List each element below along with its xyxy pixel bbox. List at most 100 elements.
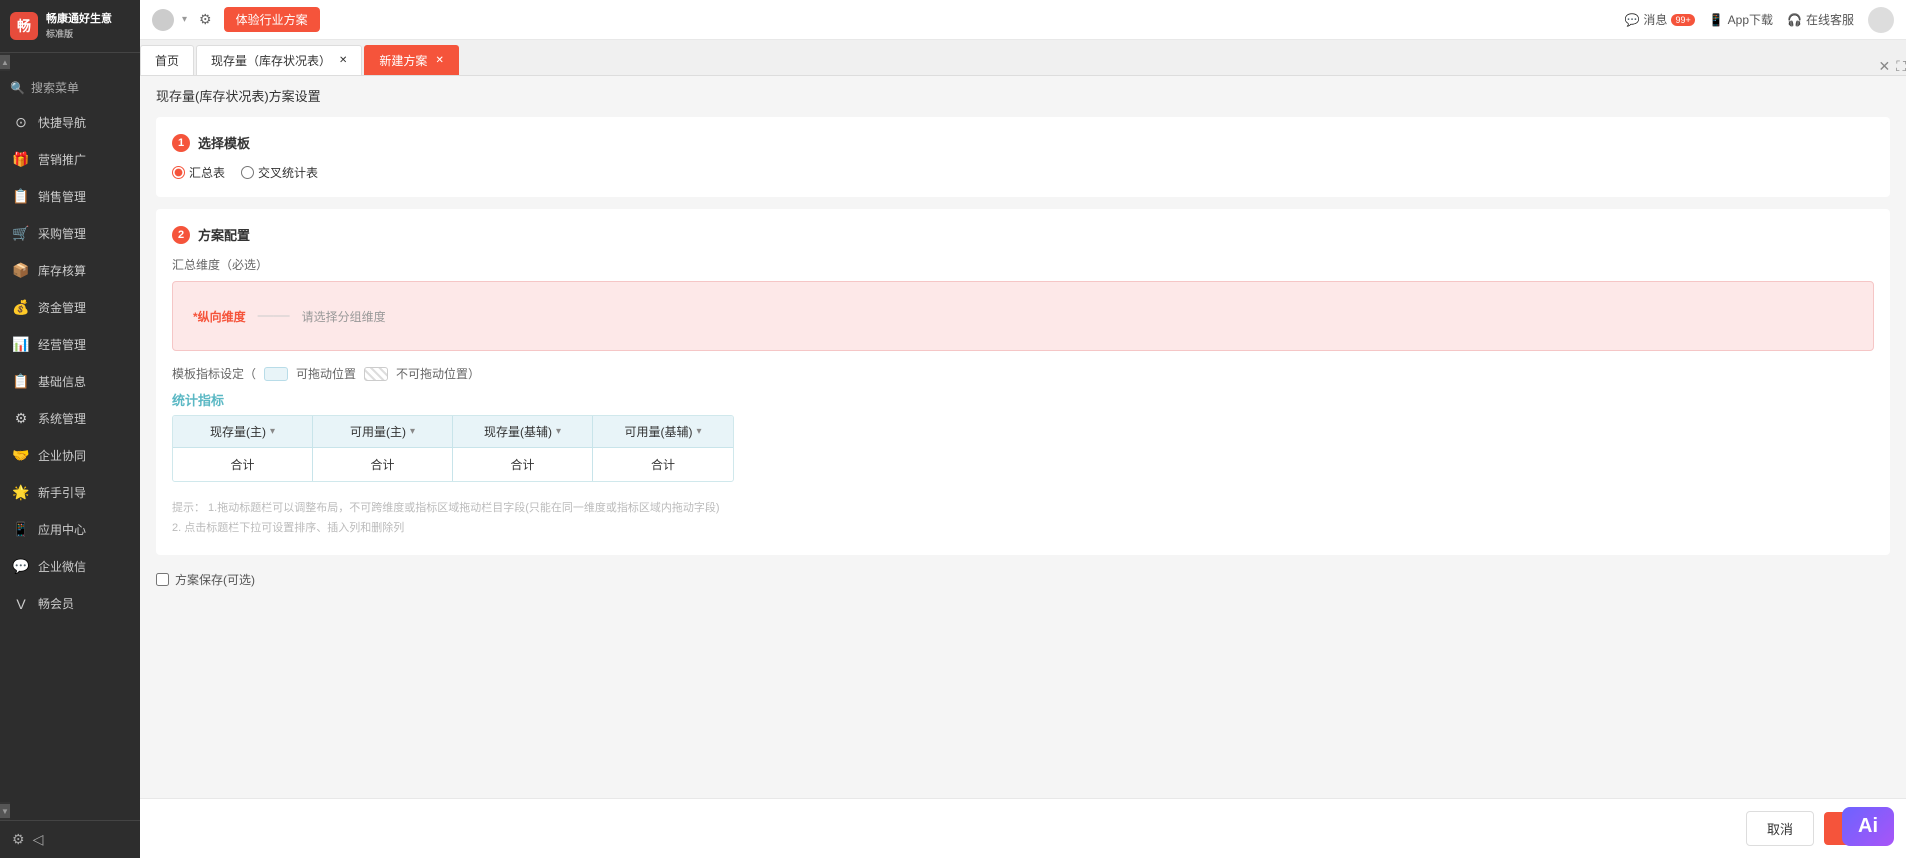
tab-inventory-status-close[interactable]: ✕ [339, 55, 347, 66]
template-select: 汇总表 交叉统计表 [172, 164, 1874, 181]
tips-section: 提示： 1.拖动标题栏可以调整布局，不可跨维度或指标区域拖动栏目字段(只能在同一… [172, 499, 1874, 539]
metrics-table-header-row: 现存量(主) ▾ 合计 可用量(主) ▾ 合计 [173, 416, 733, 481]
col-3-chevron[interactable]: ▾ [696, 426, 701, 437]
inventory-icon: 📦 [12, 262, 30, 279]
system-icon: ⚙ [12, 410, 30, 427]
col-1-chevron[interactable]: ▾ [410, 426, 415, 437]
radio-summary[interactable]: 汇总表 [172, 164, 225, 181]
sidebar: 畅 畅康通好生意 标准版 ▲ 🔍 搜索菜单 ⊙ 快捷导航 🎁 营销推广 📋 销售… [0, 0, 140, 858]
metrics-col-header-3[interactable]: 可用量(基辅) ▾ [593, 416, 733, 448]
metrics-col-body-3: 合计 [593, 448, 733, 481]
scroll-down-btn[interactable]: ▼ [0, 804, 10, 818]
sidebar-footer: ⚙ ◁ [0, 820, 140, 858]
col-2-chevron[interactable]: ▾ [556, 426, 561, 437]
wechat-icon: 💬 [12, 558, 30, 575]
app-download-action[interactable]: 📱 App下载 [1709, 11, 1773, 28]
cancel-button[interactable]: 取消 [1746, 811, 1814, 846]
user-avatar [152, 9, 174, 31]
sidebar-item-wechat[interactable]: 💬 企业微信 [0, 548, 140, 585]
sidebar-item-guide[interactable]: 🌟 新手引导 [0, 474, 140, 511]
section1-num: 1 [172, 134, 190, 152]
window-controls: ✕ ⛶ [1868, 58, 1906, 75]
messages-action[interactable]: 💬 消息 99+ [1624, 11, 1694, 28]
sidebar-search[interactable]: 🔍 搜索菜单 [0, 71, 140, 104]
metrics-col-body-0: 合计 [173, 448, 312, 481]
tab-bar: 首页 现存量（库存状况表） ✕ 新建方案 ✕ ✕ ⛶ [140, 40, 1906, 76]
metrics-col-header-1[interactable]: 可用量(主) ▾ [313, 416, 452, 448]
online-service-icon: 🎧 [1787, 13, 1802, 27]
window-expand-btn[interactable]: ⛶ [1896, 58, 1906, 75]
sidebar-item-inventory[interactable]: 📦 库存核算 [0, 252, 140, 289]
marketing-icon: 🎁 [12, 151, 30, 168]
radio-cross-input[interactable] [241, 166, 254, 179]
window-close-btn[interactable]: ✕ [1878, 58, 1890, 75]
member-icon: V [12, 596, 30, 612]
col-0-chevron[interactable]: ▾ [270, 426, 275, 437]
header-dropdown-icon[interactable]: ▾ [182, 14, 187, 25]
quick-nav-icon: ⊙ [12, 114, 30, 131]
try-btn[interactable]: 体验行业方案 [224, 7, 320, 32]
section2-num: 2 [172, 226, 190, 244]
finance-icon: 💰 [12, 299, 30, 316]
sidebar-item-quick-nav[interactable]: ⊙ 快捷导航 [0, 104, 140, 141]
tab-inventory-status[interactable]: 现存量（库存状况表） ✕ [196, 45, 362, 75]
section2-panel: 2 方案配置 汇总维度（必选） *纵向维度 —— 请选择分组维度 模板指标设定（… [156, 209, 1890, 555]
footer-volume-icon[interactable]: ◁ [33, 831, 44, 848]
save-checkbox[interactable] [156, 573, 169, 586]
section2-label: 方案配置 [198, 225, 250, 244]
app-name: 畅康通好生意 [46, 12, 112, 26]
dim-label: 汇总维度（必选） [172, 256, 1874, 273]
app-download-icon: 📱 [1709, 13, 1724, 27]
sidebar-item-app-center[interactable]: 📱 应用中心 [0, 511, 140, 548]
sidebar-scroll-down[interactable]: ▼ [0, 802, 10, 820]
footer-settings-icon[interactable]: ⚙ [12, 831, 25, 848]
no-drag-indicator [364, 367, 388, 381]
tab-home[interactable]: 首页 [140, 45, 194, 75]
user-info: ​ ▾ [152, 9, 187, 31]
sidebar-item-base-info[interactable]: 📋 基础信息 [0, 363, 140, 400]
operations-icon: 📊 [12, 336, 30, 353]
metrics-col-body-2: 合计 [453, 448, 592, 481]
sidebar-item-member[interactable]: V 畅会员 [0, 585, 140, 622]
ai-float-btn[interactable]: Ai [1842, 807, 1894, 846]
sidebar-item-purchase[interactable]: 🛒 采购管理 [0, 215, 140, 252]
top-header-left: ​ ▾ ⚙ 体验行业方案 [152, 7, 320, 32]
radio-cross[interactable]: 交叉统计表 [241, 164, 318, 181]
tip-2: 2. 点击标题栏下拉可设置排序、插入列和删除列 [172, 519, 1874, 539]
metrics-col-header-0[interactable]: 现存量(主) ▾ [173, 416, 312, 448]
save-option[interactable]: 方案保存(可选) [140, 561, 1906, 598]
app-center-icon: 📱 [12, 521, 30, 538]
scroll-up-btn[interactable]: ▲ [0, 55, 10, 69]
drag-indicator [264, 367, 288, 381]
tab-new-scheme-close[interactable]: ✕ [435, 55, 443, 66]
sidebar-item-marketing[interactable]: 🎁 营销推广 [0, 141, 140, 178]
sidebar-item-finance[interactable]: 💰 资金管理 [0, 289, 140, 326]
sidebar-item-operations[interactable]: 📊 经营管理 [0, 326, 140, 363]
header-settings-icon[interactable]: ⚙ [195, 11, 216, 28]
sidebar-nav: ⊙ 快捷导航 🎁 营销推广 📋 销售管理 🛒 采购管理 📦 库存核算 💰 资金管… [0, 104, 140, 802]
sidebar-scroll-up[interactable]: ▲ [0, 53, 10, 71]
sidebar-item-sales[interactable]: 📋 销售管理 [0, 178, 140, 215]
section1-label: 选择模板 [198, 133, 250, 152]
content-area: 现存量(库存状况表)方案设置 1 选择模板 汇总表 交叉统计表 2 方案配置 [140, 76, 1906, 798]
page-title: 现存量(库存状况表)方案设置 [140, 76, 1906, 111]
metrics-header: 模板指标设定（ 可拖动位置 不可拖动位置） [172, 365, 1874, 382]
purchase-icon: 🛒 [12, 225, 30, 242]
dim-box[interactable]: *纵向维度 —— 请选择分组维度 [172, 281, 1874, 351]
radio-summary-input[interactable] [172, 166, 185, 179]
metrics-col-0: 现存量(主) ▾ 合计 [173, 416, 313, 481]
bottom-bar: 取消 查询 [140, 798, 1906, 858]
sales-icon: 📋 [12, 188, 30, 205]
sidebar-item-system[interactable]: ⚙ 系统管理 [0, 400, 140, 437]
top-header: ​ ▾ ⚙ 体验行业方案 💬 消息 99+ 📱 App下载 🎧 在线客服 [140, 0, 1906, 40]
metrics-col-header-2[interactable]: 现存量(基辅) ▾ [453, 416, 592, 448]
tab-new-scheme[interactable]: 新建方案 ✕ [364, 45, 458, 75]
online-service-action[interactable]: 🎧 在线客服 [1787, 11, 1854, 28]
enterprise-icon: 🤝 [12, 447, 30, 464]
metrics-label: 统计指标 [172, 390, 1874, 409]
metrics-col-1: 可用量(主) ▾ 合计 [313, 416, 453, 481]
sidebar-item-enterprise[interactable]: 🤝 企业协同 [0, 437, 140, 474]
dim-section: 汇总维度（必选） *纵向维度 —— 请选择分组维度 [172, 256, 1874, 351]
dim-field-label: *纵向维度 [193, 308, 246, 325]
dim-placeholder: 请选择分组维度 [302, 308, 386, 325]
